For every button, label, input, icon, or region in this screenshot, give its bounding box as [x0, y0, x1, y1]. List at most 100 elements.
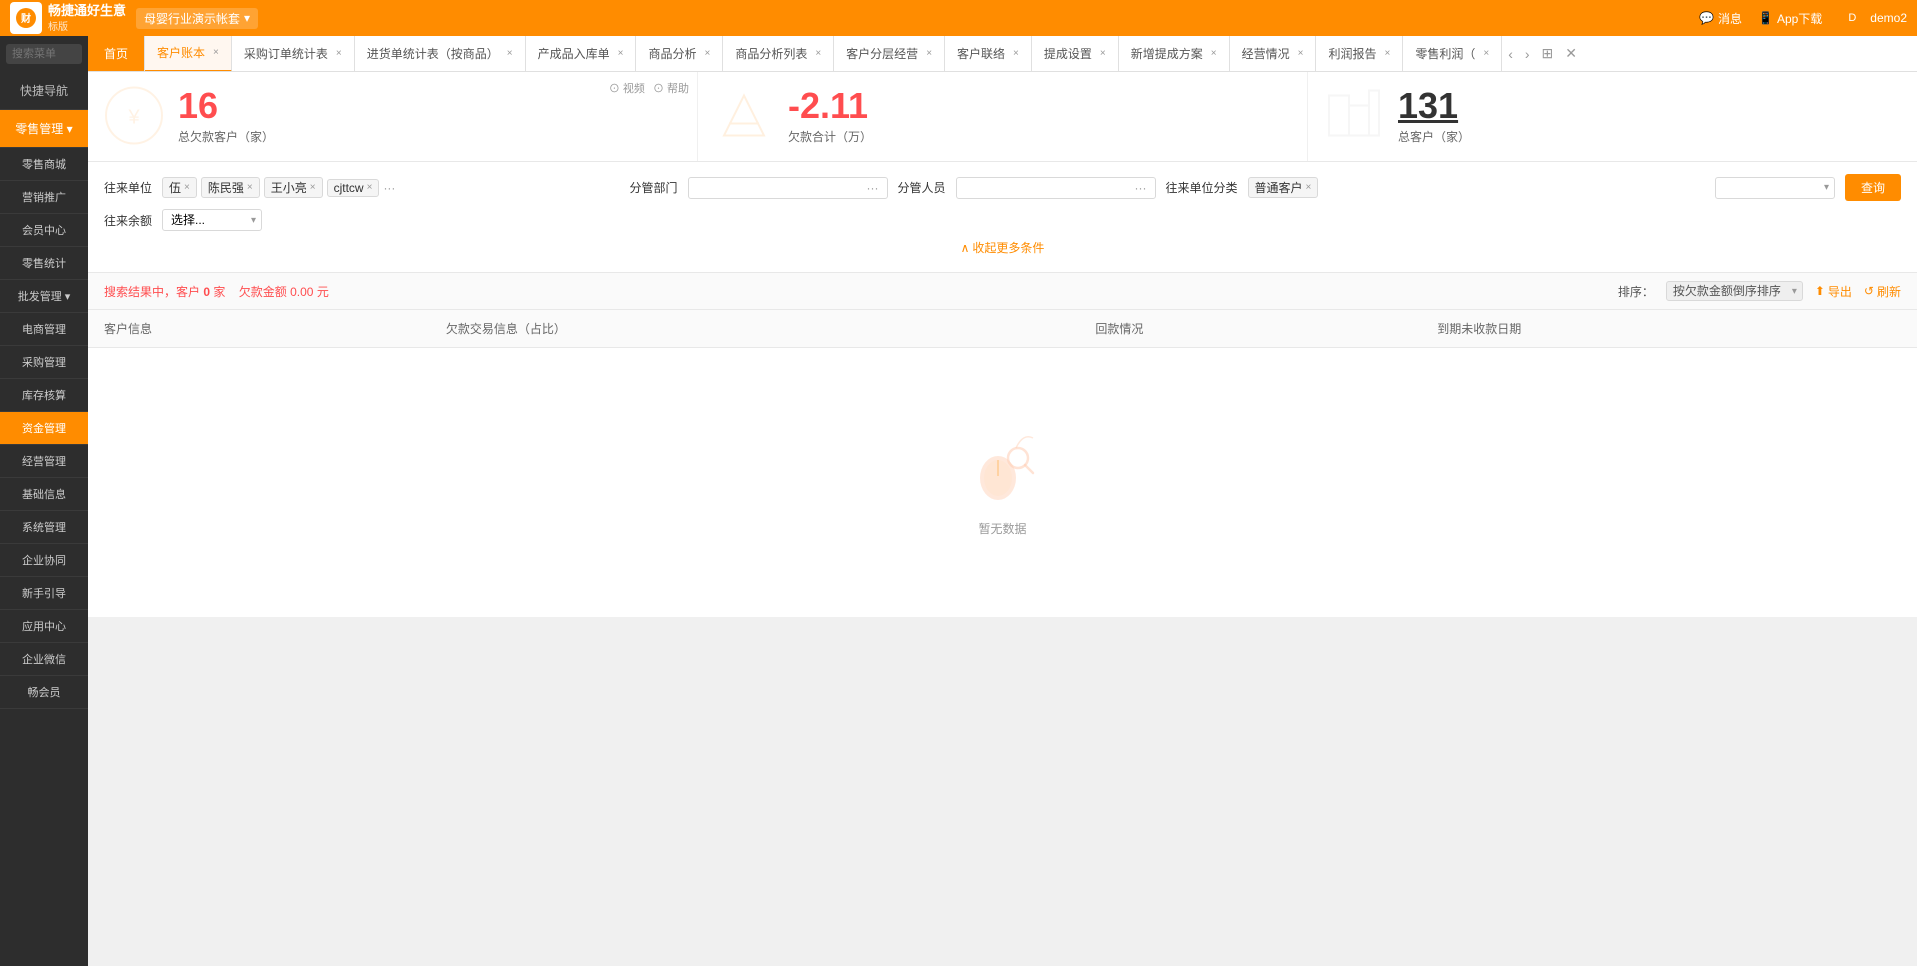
query-button[interactable]: 查询 — [1845, 174, 1901, 201]
th-overdue: 到期未收款日期 — [1421, 310, 1917, 348]
table-wrapper: 客户信息 欠款交易信息（占比） 回款情况 到期未收款日期 — [88, 310, 1917, 617]
result-actions: 排序： 按欠款金额倒序排序 ⬆ 导出 ↺ 刷新 — [1618, 281, 1901, 301]
tab-profit-report[interactable]: 利润报告 × — [1316, 36, 1403, 72]
sidebar-item-sys-mgmt[interactable]: 系统管理 — [0, 511, 88, 544]
chevron-icon: ▾ — [67, 122, 73, 136]
tab-prev-btn[interactable]: ‹ — [1502, 46, 1519, 62]
logo-icon: 财 — [10, 2, 42, 34]
sidebar-item-retail-mall[interactable]: 零售商城 — [0, 148, 88, 181]
tab-reminder-settings[interactable]: 提成设置 × — [1032, 36, 1119, 72]
sidebar-item-enterprise[interactable]: 企业协同 — [0, 544, 88, 577]
tag-cjttcw-close[interactable]: × — [367, 182, 373, 193]
tab-customer-tier-label: 客户分层经营 — [846, 45, 918, 62]
top-bar-right: 💬 消息 📱 App下载 D demo2 — [1699, 4, 1907, 32]
empty-row: 暂无数据 — [88, 348, 1917, 618]
app-download-btn[interactable]: 📱 App下载 — [1758, 10, 1822, 27]
tag-wang-close[interactable]: × — [310, 182, 316, 193]
user-avatar[interactable]: D demo2 — [1838, 4, 1907, 32]
tab-bar: 首页 客户账本 × 采购订单统计表 × 进货单统计表（按商品） × 产成品入库单… — [88, 36, 1917, 72]
result-info: 搜索结果中，客户 0 家 欠款金额 0.00 元 — [104, 283, 329, 300]
tab-goods-analysis-list[interactable]: 商品分析列表 × — [723, 36, 834, 72]
unit-class-label: 往来单位分类 — [1166, 179, 1238, 196]
sidebar-item-inventory[interactable]: 库存核算 — [0, 379, 88, 412]
tab-home[interactable]: 首页 — [88, 36, 145, 72]
sort-select[interactable]: 按欠款金额倒序排序 — [1666, 281, 1803, 301]
refresh-btn[interactable]: ↺ 刷新 — [1864, 283, 1901, 300]
result-amount: 0.00 — [290, 285, 313, 299]
tab-product-in-label: 产成品入库单 — [538, 45, 610, 62]
tab-goods-analysis-close[interactable]: × — [704, 48, 710, 59]
tab-goods-analysis[interactable]: 商品分析 × — [636, 36, 723, 72]
th-customer: 客户信息 — [88, 310, 430, 348]
tag-wu-close[interactable]: × — [184, 182, 190, 193]
tab-reminder-settings-close[interactable]: × — [1100, 48, 1106, 59]
tab-menu-btn[interactable]: ⊞ — [1536, 45, 1560, 62]
app-container: 财 畅捷通好生意 标版 母婴行业演示帐套 ▾ 💬 消息 📱 App下载 — [0, 0, 1917, 966]
tab-purchase-orders-close[interactable]: × — [336, 48, 342, 59]
sidebar-search-input[interactable] — [6, 44, 82, 64]
tab-business-status[interactable]: 经营情况 × — [1230, 36, 1317, 72]
tab-new-achievement-close[interactable]: × — [1211, 48, 1217, 59]
tab-customers-close[interactable]: × — [213, 47, 219, 58]
export-btn[interactable]: ⬆ 导出 — [1815, 283, 1852, 300]
sidebar-item-enterprise-wechat[interactable]: 企业微信 — [0, 643, 88, 676]
sidebar-item-vip[interactable]: 畅会员 — [0, 676, 88, 709]
tag-chen-close[interactable]: × — [247, 182, 253, 193]
tab-retail-profit[interactable]: 零售利润（ × — [1403, 36, 1502, 72]
filter-section: 往来单位 伍 × 陈民强 × 王小亮 — [88, 162, 1917, 273]
tab-product-in-close[interactable]: × — [618, 48, 624, 59]
filter-row-1: 往来单位 伍 × 陈民强 × 王小亮 — [104, 174, 1901, 201]
sidebar-item-finance[interactable]: 资金管理 — [0, 412, 88, 445]
sidebar-item-purchase[interactable]: 采购管理 — [0, 346, 88, 379]
tab-customer-contact-close[interactable]: × — [1013, 48, 1019, 59]
company-name: 母婴行业演示帐套 — [144, 10, 240, 27]
tab-goods-analysis-list-close[interactable]: × — [815, 48, 821, 59]
unit-class-tags: 普通客户 × — [1248, 177, 1705, 198]
tab-purchase-orders[interactable]: 采购订单统计表 × — [232, 36, 355, 72]
svg-text:¥: ¥ — [127, 106, 140, 128]
svg-text:财: 财 — [20, 12, 31, 25]
result-unit: 家 — [213, 285, 225, 299]
filter-more-tags[interactable]: ··· — [383, 181, 395, 195]
help-link[interactable]: ⊙ 帮助 — [653, 80, 689, 96]
th-repayment: 回款情况 — [1079, 310, 1421, 348]
tab-customer-tier-close[interactable]: × — [926, 48, 932, 59]
tab-purchase-stats[interactable]: 进货单统计表（按商品） × — [355, 36, 526, 72]
sidebar-item-retail-mgmt[interactable]: 零售管理 ▾ — [0, 110, 88, 148]
sidebar-item-ops[interactable]: 经营管理 — [0, 445, 88, 478]
tab-business-status-close[interactable]: × — [1298, 48, 1304, 59]
collapse-btn[interactable]: ∧ 收起更多条件 — [961, 239, 1045, 256]
tab-product-in[interactable]: 产成品入库单 × — [526, 36, 637, 72]
person-input[interactable]: ··· — [956, 177, 1156, 199]
export-icon: ⬆ — [1815, 284, 1825, 298]
sidebar-search-wrapper — [0, 36, 88, 72]
sidebar-item-basic-info[interactable]: 基础信息 — [0, 478, 88, 511]
video-link[interactable]: ⊙ 视频 — [609, 80, 645, 96]
sidebar-item-ecommerce[interactable]: 电商管理 — [0, 313, 88, 346]
remainder-select[interactable]: 选择... — [162, 209, 262, 231]
tab-customers[interactable]: 客户账本 × — [145, 36, 232, 72]
data-table: 客户信息 欠款交易信息（占比） 回款情况 到期未收款日期 — [88, 310, 1917, 617]
tab-customer-tier[interactable]: 客户分层经营 × — [834, 36, 945, 72]
sidebar-item-new-guide[interactable]: 新手引导 — [0, 577, 88, 610]
collapse-icon: ∧ — [961, 241, 970, 255]
sidebar-item-retail-stats[interactable]: 零售统计 — [0, 247, 88, 280]
tab-purchase-stats-close[interactable]: × — [507, 48, 513, 59]
sidebar-item-members[interactable]: 会员中心 — [0, 214, 88, 247]
sidebar-item-wholesale[interactable]: 批发管理 ▾ — [0, 280, 88, 313]
sidebar-item-app-center[interactable]: 应用中心 — [0, 610, 88, 643]
unit-class-select[interactable] — [1715, 177, 1835, 199]
sidebar-item-marketing[interactable]: 营销推广 — [0, 181, 88, 214]
tab-next-btn[interactable]: › — [1519, 46, 1536, 62]
dept-input[interactable]: ··· — [688, 177, 888, 199]
company-selector[interactable]: 母婴行业演示帐套 ▾ — [136, 8, 258, 29]
tab-customer-contact[interactable]: 客户联络 × — [945, 36, 1032, 72]
tab-profit-report-close[interactable]: × — [1384, 48, 1390, 59]
message-btn[interactable]: 💬 消息 — [1699, 10, 1742, 27]
tag-normal-close[interactable]: × — [1306, 182, 1312, 193]
sidebar-item-quick-nav[interactable]: 快捷导航 — [0, 72, 88, 110]
tab-new-achievement[interactable]: 新增提成方案 × — [1119, 36, 1230, 72]
tab-retail-profit-close[interactable]: × — [1483, 48, 1489, 59]
tab-close-all-btn[interactable]: ✕ — [1559, 45, 1583, 62]
tag-cjttcw: cjttcw × — [327, 179, 380, 197]
